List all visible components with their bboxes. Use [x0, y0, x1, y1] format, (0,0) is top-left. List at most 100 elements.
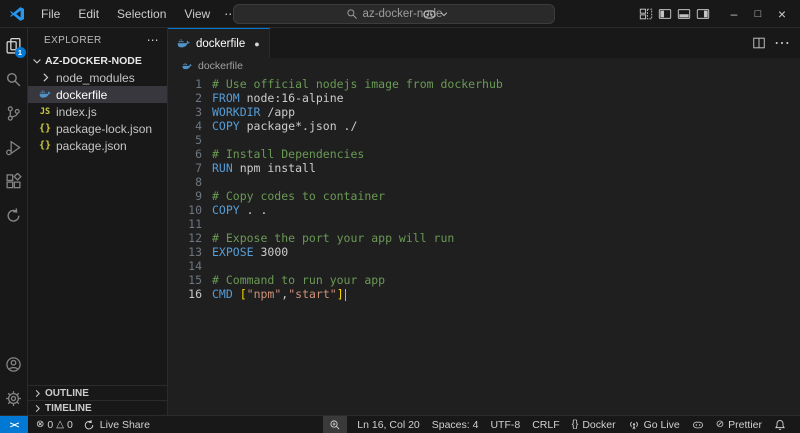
maximize-button[interactable] — [746, 0, 770, 28]
file-index.js[interactable]: JS index.js — [28, 103, 167, 120]
remote-indicator[interactable]: >< — [0, 416, 28, 433]
line-content: # Command to run your app — [212, 273, 386, 287]
toggle-panel-icon[interactable] — [674, 0, 693, 28]
cursor-position-status[interactable]: Ln 16, Col 20 — [351, 416, 425, 433]
extensions-icon[interactable] — [0, 164, 28, 198]
line-number: 5 — [195, 133, 202, 147]
line-content: COPY package*.json ./ — [212, 119, 358, 133]
minimize-button[interactable] — [722, 0, 746, 28]
accounts-icon[interactable] — [0, 347, 28, 381]
file-package-lock.json[interactable]: {} package-lock.json — [28, 120, 167, 137]
menu-view[interactable]: View — [176, 4, 218, 24]
code-line-10: 10 COPY . . — [168, 203, 800, 217]
problems-status[interactable]: ⊗ 0 △ 0 — [36, 419, 73, 431]
customize-layout-icon[interactable] — [636, 0, 655, 28]
line-content — [202, 175, 212, 189]
indentation-status[interactable]: Spaces: 4 — [426, 416, 485, 433]
code-line-9: 9 # Copy codes to container — [168, 189, 800, 203]
file-node_modules[interactable]: node_modules — [28, 69, 167, 86]
source-control-icon[interactable] — [0, 96, 28, 130]
code-line-2: 2 FROM node:16-alpine — [168, 91, 800, 105]
file-package.json[interactable]: {} package.json — [28, 137, 167, 154]
line-number: 11 — [188, 217, 202, 231]
window-controls — [722, 0, 794, 28]
encoding-status[interactable]: UTF-8 — [484, 416, 526, 433]
code-line-14: 14 — [168, 259, 800, 273]
eol-sequence-status[interactable]: CRLF — [526, 416, 565, 433]
section-label: TIMELINE — [45, 402, 92, 414]
line-number: 15 — [188, 273, 202, 287]
editor-group: dockerfile ● ⋯ dockerfile 1 # Use officia… — [168, 28, 800, 415]
live-share-label: Live Share — [99, 418, 150, 431]
menu-selection[interactable]: Selection — [109, 4, 174, 24]
chevron-down-icon — [31, 55, 43, 67]
line-content: # Use official nodejs image from dockerh… — [212, 77, 503, 91]
code-line-1: 1 # Use official nodejs image from docker… — [168, 77, 800, 91]
live-share-icon[interactable] — [0, 198, 28, 232]
vscode-window: FileEditSelectionView ⋯ ← → az-docker-no… — [0, 0, 800, 433]
settings-icon[interactable] — [0, 381, 28, 415]
live-share-status[interactable]: Live Share — [83, 419, 150, 431]
run-debug-icon[interactable] — [0, 130, 28, 164]
statusbar-left: ⊗ 0 △ 0 Live Share — [28, 416, 150, 433]
breadcrumb[interactable]: dockerfile — [168, 58, 800, 74]
line-number: 9 — [195, 189, 202, 203]
close-button[interactable] — [770, 0, 794, 28]
errors-count: 0 — [47, 418, 54, 431]
toggle-secondary-sidebar-icon[interactable] — [693, 0, 712, 28]
sidebar-title: EXPLORER — [44, 34, 102, 46]
slash-circle-icon: ⊘ — [715, 419, 725, 430]
copilot-icon — [692, 419, 704, 431]
menu-edit[interactable]: Edit — [70, 4, 107, 24]
file-name: package.json — [56, 138, 127, 153]
code-editor[interactable]: 1 # Use official nodejs image from docker… — [168, 74, 800, 415]
line-number: 12 — [188, 231, 202, 245]
command-center-search[interactable]: az-docker-node — [233, 4, 555, 24]
root-folder-name: AZ-DOCKER-NODE — [45, 54, 142, 67]
braces-icon: {} — [571, 419, 579, 430]
tab-bar: dockerfile ● ⋯ — [168, 28, 800, 58]
file-name: node_modules — [56, 70, 135, 85]
more-actions-icon[interactable]: ⋯ — [774, 33, 790, 53]
file-name: dockerfile — [56, 87, 108, 102]
go-live-label: Go Live — [643, 418, 680, 431]
go-live-status[interactable]: Go Live — [622, 416, 686, 433]
editor-actions: ⋯ — [752, 28, 800, 58]
line-number: 2 — [195, 91, 202, 105]
broadcast-icon — [628, 419, 640, 431]
line-number: 1 — [195, 77, 202, 91]
line-content — [202, 259, 212, 273]
zoom-indicator-status[interactable] — [323, 415, 348, 433]
line-content — [202, 133, 212, 147]
line-content: EXPOSE 3000 — [212, 245, 289, 259]
prettier-status[interactable]: ⊘ Prettier — [710, 416, 768, 433]
menu-bar: File Edit Selection View — [33, 4, 218, 24]
line-content — [202, 217, 212, 231]
workspace-root-folder[interactable]: AZ-DOCKER-NODE — [28, 52, 167, 69]
tab-dockerfile[interactable]: dockerfile ● — [168, 28, 270, 58]
toggle-sidebar-icon[interactable] — [655, 0, 674, 28]
copilot-menu[interactable] — [422, 0, 449, 28]
line-number: 16 — [188, 287, 202, 301]
explorer-icon[interactable]: 1 — [0, 28, 28, 62]
code-line-3: 3 WORKDIR /app — [168, 105, 800, 119]
code-line-7: 7 RUN npm install — [168, 161, 800, 175]
line-content: # Expose the port your app will run — [212, 231, 455, 245]
chevron-down-icon — [439, 9, 449, 19]
section-timeline[interactable]: TIMELINE — [28, 400, 167, 415]
explorer-actions-icon[interactable]: ⋯ — [147, 33, 159, 47]
section-outline[interactable]: OUTLINE — [28, 385, 167, 400]
sidebar-header: EXPLORER ⋯ — [28, 28, 167, 52]
copilot-status-status[interactable] — [686, 416, 710, 433]
line-content: RUN npm install — [212, 161, 316, 175]
modified-dot-icon[interactable]: ● — [254, 39, 259, 49]
language-mode-status[interactable]: {} Docker — [566, 416, 622, 433]
line-number: 6 — [195, 147, 202, 161]
errors-icon: ⊗ — [36, 419, 45, 430]
search-icon[interactable] — [0, 62, 28, 96]
menu-file[interactable]: File — [33, 4, 68, 24]
notifications-status[interactable] — [768, 416, 792, 433]
file-dockerfile[interactable]: dockerfile — [28, 86, 167, 103]
split-editor-icon[interactable] — [752, 36, 766, 50]
explorer-badge: 1 — [14, 47, 26, 58]
